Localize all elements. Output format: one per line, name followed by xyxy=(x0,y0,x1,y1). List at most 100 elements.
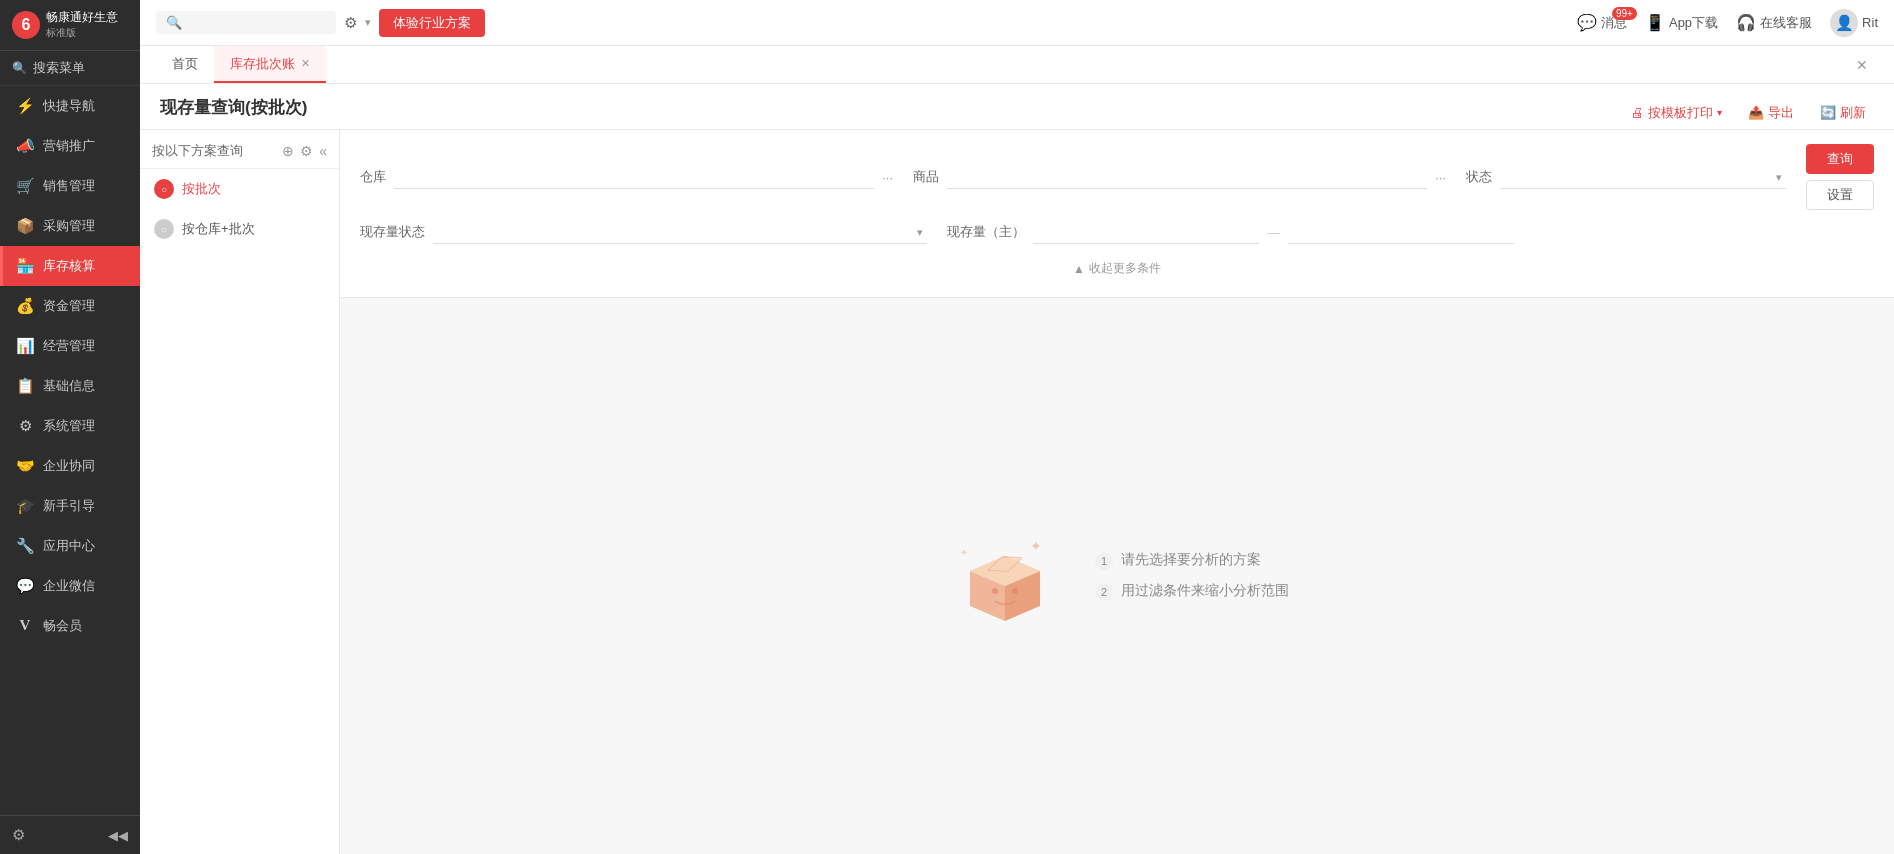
stock-qty-to-input[interactable] xyxy=(1288,220,1514,244)
settings-icon[interactable]: ⚙ xyxy=(12,826,25,844)
sidebar-item-purchase[interactable]: 📦 采购管理 xyxy=(0,206,140,246)
sidebar-item-finance[interactable]: 💰 资金管理 xyxy=(0,286,140,326)
user-name: Rit xyxy=(1862,15,1878,30)
sidebar-item-guide[interactable]: 🎓 新手引导 xyxy=(0,486,140,526)
stock-qty-from-input[interactable] xyxy=(1033,220,1259,244)
user-action[interactable]: 👤 Rit xyxy=(1830,9,1878,37)
warehouse-input[interactable] xyxy=(394,165,874,189)
sidebar-item-label: 畅会员 xyxy=(43,617,82,635)
sidebar-item-basics[interactable]: 📋 基础信息 xyxy=(0,366,140,406)
status-select-wrap xyxy=(1500,165,1786,189)
header-gear-icon[interactable]: ⚙ xyxy=(344,14,357,32)
left-panel-header-actions: ⊕ ⚙ « xyxy=(282,143,327,159)
app-edition: 标准版 xyxy=(46,26,118,40)
tab-inventory-batch-label: 库存批次账 xyxy=(230,55,295,73)
wechat-icon: 💬 xyxy=(15,577,35,595)
empty-illustration: ✦ ✦ ✦ xyxy=(945,516,1065,636)
header-search-input[interactable] xyxy=(186,15,306,30)
sidebar: 6 畅康通好生意 标准版 🔍 搜索菜单 ⚡ 快捷导航 📣 营销推广 🛒 销售管理… xyxy=(0,0,140,854)
sidebar-item-inventory[interactable]: 🏪 库存核算 xyxy=(0,246,140,286)
app-name: 畅康通好生意 xyxy=(46,10,118,26)
tab-close-icon[interactable]: ✕ xyxy=(301,57,310,70)
add-scheme-icon[interactable]: ⊕ xyxy=(282,143,294,159)
scheme-item-batch[interactable]: ○ 按批次 xyxy=(140,169,339,209)
avatar-icon: 👤 xyxy=(1835,14,1854,32)
sidebar-item-wechat[interactable]: 💬 企业微信 xyxy=(0,566,140,606)
filter-actions: 查询 设置 xyxy=(1806,144,1874,210)
goods-label: 商品 xyxy=(913,168,939,186)
sidebar-item-label: 库存核算 xyxy=(43,257,95,275)
sidebar-nav: ⚡ 快捷导航 📣 营销推广 🛒 销售管理 📦 采购管理 🏪 库存核算 💰 资金管… xyxy=(0,86,140,815)
svg-point-6 xyxy=(1012,588,1018,594)
page-actions: 🖨 按模板打印 ▾ 📤 导出 🔄 刷新 xyxy=(1623,100,1874,126)
collapse-sidebar-icon[interactable]: ◀◀ xyxy=(108,828,128,843)
system-icon: ⚙ xyxy=(15,417,35,435)
scheme-label: 按批次 xyxy=(182,180,221,198)
print-dropdown-icon[interactable]: ▾ xyxy=(1717,107,1722,118)
hint-text-2: 用过滤条件来缩小分析范围 xyxy=(1121,582,1289,600)
scheme-item-warehouse-batch[interactable]: ○ 按仓库+批次 xyxy=(140,209,339,249)
empty-hints: 1 请先选择要分析的方案 2 用过滤条件来缩小分析范围 xyxy=(1095,551,1289,601)
goods-input[interactable] xyxy=(947,165,1427,189)
header-search-area[interactable]: 🔍 xyxy=(156,11,336,34)
app-logo-icon: 6 xyxy=(12,11,40,39)
hint-num-1: 1 xyxy=(1095,552,1113,570)
tab-home-label: 首页 xyxy=(172,55,198,73)
empty-state: ✦ ✦ ✦ 1 请先选择要分析的方案 2 用过滤条件来缩小分析范围 xyxy=(340,298,1894,854)
tab-inventory-batch[interactable]: 库存批次账 ✕ xyxy=(214,46,326,83)
query-button[interactable]: 查询 xyxy=(1806,144,1874,174)
collapse-more-button[interactable]: ▲ 收起更多条件 xyxy=(360,254,1874,283)
tab-home[interactable]: 首页 xyxy=(156,46,214,83)
sidebar-item-vip[interactable]: V 畅会员 xyxy=(0,606,140,646)
app-download-action[interactable]: 📱 App下载 xyxy=(1645,13,1718,32)
status-select[interactable] xyxy=(1500,165,1786,189)
stock-status-select[interactable] xyxy=(433,220,927,244)
search-icon: 🔍 xyxy=(12,61,27,75)
tab-bar: 首页 库存批次账 ✕ ✕ xyxy=(140,46,1894,84)
sidebar-item-label: 企业协同 xyxy=(43,457,95,475)
print-button[interactable]: 🖨 按模板打印 ▾ xyxy=(1623,100,1730,126)
print-icon: 🖨 xyxy=(1631,105,1644,120)
sidebar-search-item[interactable]: 🔍 搜索菜单 xyxy=(0,51,140,86)
sidebar-item-sales[interactable]: 🛒 销售管理 xyxy=(0,166,140,206)
vip-icon: V xyxy=(15,617,35,634)
setting-button[interactable]: 设置 xyxy=(1806,180,1874,210)
try-industry-button[interactable]: 体验行业方案 xyxy=(379,9,485,37)
svg-text:✦: ✦ xyxy=(960,547,968,558)
sidebar-logo: 6 畅康通好生意 标准版 xyxy=(0,0,140,51)
export-button[interactable]: 📤 导出 xyxy=(1740,100,1802,126)
corp-icon: 🤝 xyxy=(15,457,35,475)
tab-close-page-icon[interactable]: ✕ xyxy=(1856,57,1868,73)
scheme-inactive-icon: ○ xyxy=(154,219,174,239)
left-panel: 按以下方案查询 ⊕ ⚙ « ○ 按批次 ○ 按仓库+批次 xyxy=(140,130,340,854)
sidebar-item-label: 资金管理 xyxy=(43,297,95,315)
goods-more-icon[interactable]: ··· xyxy=(1435,170,1446,185)
refresh-icon: 🔄 xyxy=(1820,105,1836,120)
sidebar-item-system[interactable]: ⚙ 系统管理 xyxy=(0,406,140,446)
warehouse-more-icon[interactable]: ··· xyxy=(882,170,893,185)
headset-icon: 🎧 xyxy=(1736,13,1756,32)
sidebar-item-corp[interactable]: 🤝 企业协同 xyxy=(0,446,140,486)
sidebar-item-marketing[interactable]: 📣 营销推广 xyxy=(0,126,140,166)
header-dropdown-icon[interactable]: ▾ xyxy=(365,16,371,29)
sidebar-item-quicknav[interactable]: ⚡ 快捷导航 xyxy=(0,86,140,126)
message-icon: 💬 xyxy=(1577,13,1597,32)
sidebar-item-appcenter[interactable]: 🔧 应用中心 xyxy=(0,526,140,566)
left-panel-header: 按以下方案查询 ⊕ ⚙ « xyxy=(140,142,339,169)
sidebar-item-label: 经营管理 xyxy=(43,337,95,355)
header-search-icon: 🔍 xyxy=(166,15,182,30)
inventory-icon: 🏪 xyxy=(15,257,35,275)
sidebar-item-label: 营销推广 xyxy=(43,137,95,155)
empty-hint-2: 2 用过滤条件来缩小分析范围 xyxy=(1095,582,1289,601)
sidebar-item-label: 应用中心 xyxy=(43,537,95,555)
basics-icon: 📋 xyxy=(15,377,35,395)
messages-action[interactable]: 💬 消息 99+ xyxy=(1577,13,1627,32)
refresh-button[interactable]: 🔄 刷新 xyxy=(1812,100,1874,126)
sidebar-item-label: 基础信息 xyxy=(43,377,95,395)
online-service-action[interactable]: 🎧 在线客服 xyxy=(1736,13,1812,32)
collapse-panel-icon[interactable]: « xyxy=(319,143,327,159)
content-layout: 按以下方案查询 ⊕ ⚙ « ○ 按批次 ○ 按仓库+批次 xyxy=(140,130,1894,854)
manage-scheme-icon[interactable]: ⚙ xyxy=(300,143,313,159)
page-header: 现存量查询(按批次) 🖨 按模板打印 ▾ 📤 导出 🔄 刷新 xyxy=(140,84,1894,130)
sidebar-item-operations[interactable]: 📊 经营管理 xyxy=(0,326,140,366)
